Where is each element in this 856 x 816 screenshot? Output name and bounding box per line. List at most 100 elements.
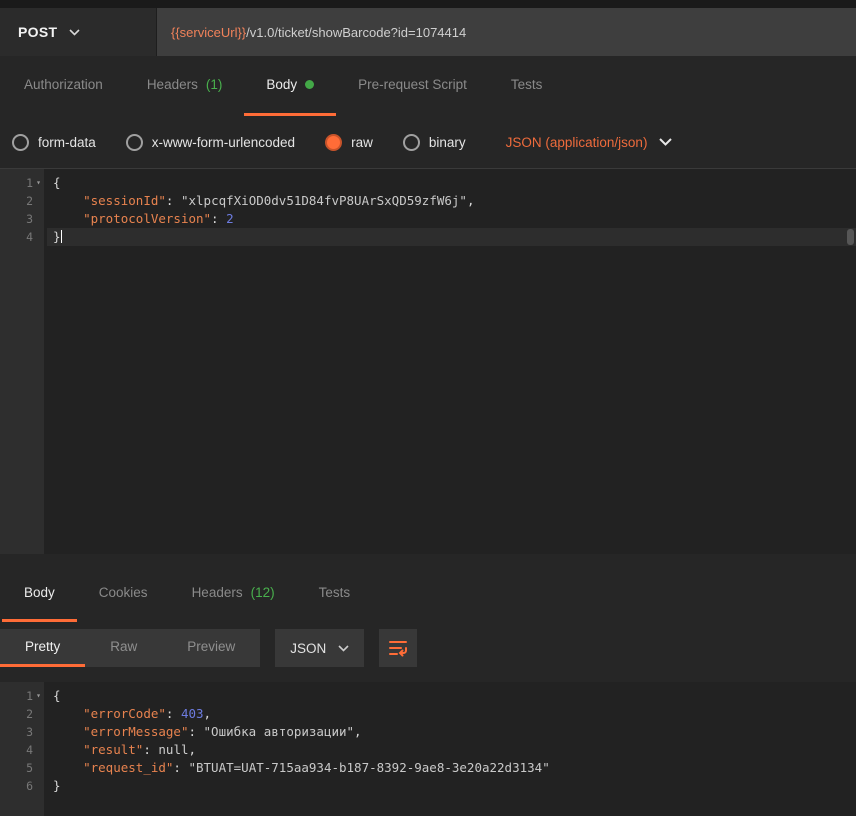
wrap-lines-icon <box>389 641 408 657</box>
tab-label: Authorization <box>24 77 103 92</box>
fold-caret-icon[interactable]: ▾ <box>33 687 44 705</box>
gutter: 5 <box>0 759 47 777</box>
view-raw-button[interactable]: Raw <box>85 629 162 667</box>
gutter: 1 ▾ <box>0 687 47 705</box>
view-pretty-button[interactable]: Pretty <box>0 629 86 667</box>
radio-circle-icon <box>12 133 29 151</box>
tab-label: Headers <box>191 585 243 600</box>
gutter: 6 <box>0 777 47 795</box>
fold-caret-icon[interactable]: ▾ <box>33 174 44 192</box>
json-colon: : <box>165 193 181 208</box>
tab-label: Tests <box>510 77 543 92</box>
radio-form-data[interactable]: form-data <box>12 133 96 151</box>
line-number: 6 <box>26 779 33 793</box>
json-key: "protocolVersion" <box>83 211 212 226</box>
code-text: "errorMessage": "Ошибка авторизации", <box>47 723 856 741</box>
method-selector[interactable]: POST <box>0 8 157 56</box>
json-brace: { <box>53 175 61 190</box>
radio-label: x-www-form-urlencoded <box>151 134 296 150</box>
code-text: { <box>47 174 856 192</box>
button-label: Preview <box>187 639 236 654</box>
gutter: 3 <box>0 210 47 228</box>
json-string: "xlpcqfXiOD0dv51D84fvP8UArSxQD59zfW6j" <box>180 193 467 208</box>
json-string: "BTUAT=UAT-715aa934-b187-8392-9ae8-3e20a… <box>188 760 550 775</box>
gutter: 4 <box>0 228 47 246</box>
radio-urlencoded[interactable]: x-www-form-urlencoded <box>125 133 296 151</box>
code-line: 3 "protocolVersion": 2 <box>0 210 856 228</box>
json-comma: , <box>354 724 362 739</box>
radio-raw[interactable]: raw <box>325 133 373 151</box>
tab-body[interactable]: Body <box>244 56 337 116</box>
radio-binary[interactable]: binary <box>402 133 466 151</box>
json-brace: } <box>53 778 61 793</box>
radio-selected-icon <box>325 133 343 151</box>
text-cursor <box>60 230 62 243</box>
request-tabs: Authorization Headers (1) Body Pre-reques… <box>0 56 856 116</box>
json-brace: } <box>53 229 61 244</box>
gutter: 1 ▾ <box>0 174 47 192</box>
json-key: "result" <box>83 742 144 757</box>
url-path: /v1.0/ticket/showBarcode?id=1074414 <box>246 24 467 40</box>
tab-cookies[interactable]: Cookies <box>77 566 170 622</box>
gutter: 2 <box>0 705 47 723</box>
request-body-editor[interactable]: 1 ▾ { 2 "sessionId": "xlpcqfXiOD0dv51D84… <box>0 169 856 554</box>
json-colon: : <box>211 211 227 226</box>
code-text-active: } <box>47 228 856 246</box>
code-line: 6 } <box>0 777 856 795</box>
tab-authorization[interactable]: Authorization <box>2 56 125 116</box>
button-label: Raw <box>110 639 138 654</box>
tab-prerequest-script[interactable]: Pre-request Script <box>336 56 489 116</box>
radio-label: raw <box>351 134 373 150</box>
tab-response-headers[interactable]: Headers (12) <box>170 566 297 622</box>
json-brace: { <box>53 688 61 703</box>
wrap-lines-button[interactable] <box>379 629 418 667</box>
code-text: { <box>47 687 856 705</box>
window-top-strip <box>0 0 856 8</box>
line-number: 2 <box>26 707 33 721</box>
scrollbar-thumb[interactable] <box>847 229 854 245</box>
tab-response-tests[interactable]: Tests <box>297 566 373 622</box>
code-line: 2 "sessionId": "xlpcqfXiOD0dv51D84fvP8UA… <box>0 192 856 210</box>
button-label: Pretty <box>25 639 61 654</box>
postman-app: POST {{serviceUrl}}/v1.0/ticket/showBarc… <box>0 0 856 816</box>
json-key: "request_id" <box>83 760 174 775</box>
code-text: } <box>47 777 856 795</box>
code-text: "errorCode": 403, <box>47 705 856 723</box>
tab-label: Headers <box>146 77 198 92</box>
radio-label: form-data <box>38 134 96 150</box>
radio-label: binary <box>428 134 466 150</box>
view-mode-segmented-control: Pretty Raw Preview <box>0 629 261 667</box>
response-format-selector[interactable]: JSON <box>275 629 365 667</box>
line-number: 3 <box>26 725 33 739</box>
view-preview-button[interactable]: Preview <box>162 629 260 667</box>
chevron-down-icon <box>659 138 673 146</box>
headers-count-badge: (1) <box>205 77 223 92</box>
body-filled-dot-icon <box>305 80 315 89</box>
line-number: 1 <box>26 176 33 190</box>
radio-circle-icon <box>125 133 143 151</box>
code-text: "protocolVersion": 2 <box>47 210 856 228</box>
gutter: 2 <box>0 192 47 210</box>
chevron-down-icon <box>69 28 80 36</box>
radio-circle-icon <box>402 133 420 151</box>
url-input[interactable]: {{serviceUrl}}/v1.0/ticket/showBarcode?i… <box>157 8 856 56</box>
response-body-editor[interactable]: 1 ▾ { 2 "errorCode": 403, 3 "errorMessag… <box>0 682 856 816</box>
json-colon: : <box>165 706 181 721</box>
tab-headers[interactable]: Headers (1) <box>125 56 245 116</box>
tab-response-body[interactable]: Body <box>2 566 77 622</box>
content-type-selector[interactable]: JSON (application/json) <box>506 135 673 150</box>
json-number: 403 <box>180 706 204 721</box>
url-variable: {{serviceUrl}} <box>171 24 247 40</box>
code-text: "request_id": "BTUAT=UAT-715aa934-b187-8… <box>47 759 856 777</box>
json-string: "Ошибка авторизации" <box>203 724 355 739</box>
response-tabs: Body Cookies Headers (12) Tests <box>0 566 856 622</box>
line-number: 4 <box>26 743 33 757</box>
tab-tests[interactable]: Tests <box>489 56 565 116</box>
body-mode-row: form-data x-www-form-urlencoded raw bina… <box>0 116 856 169</box>
tab-label: Pre-request Script <box>358 77 467 92</box>
json-number: 2 <box>226 211 234 226</box>
